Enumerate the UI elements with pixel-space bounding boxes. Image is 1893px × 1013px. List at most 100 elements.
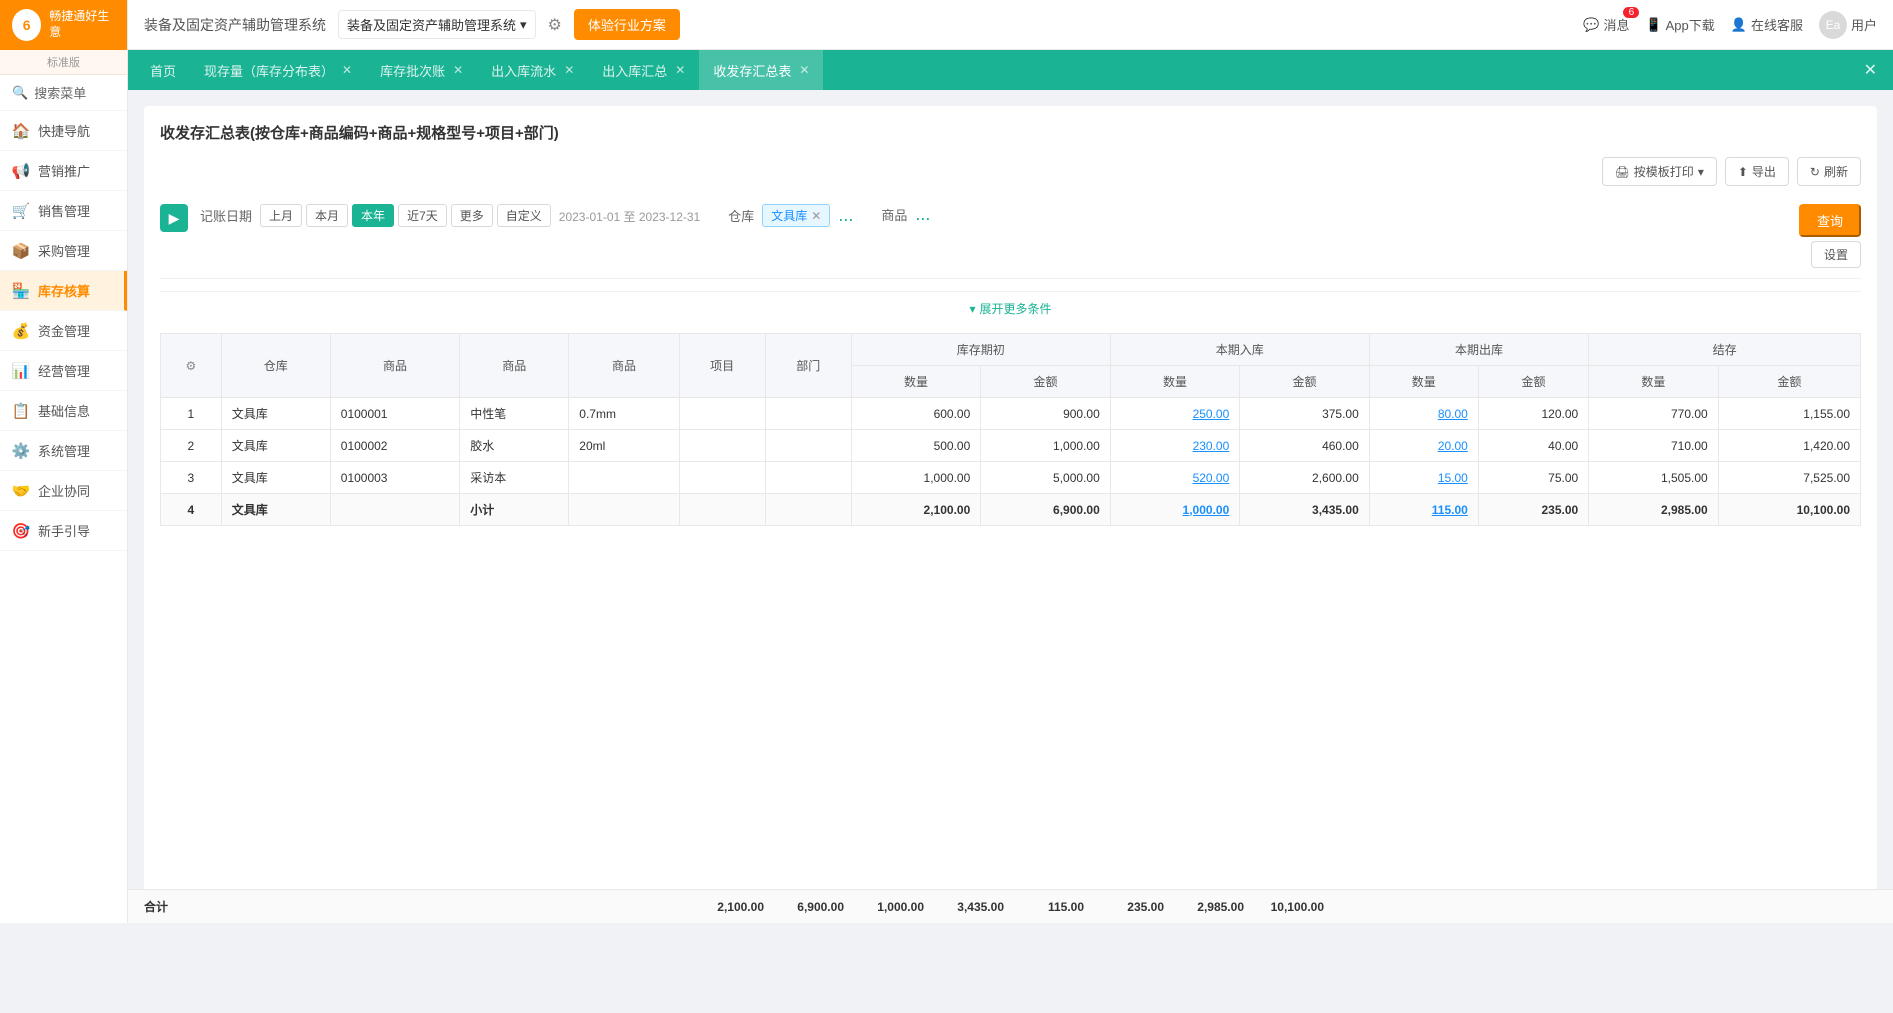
date-btn-last-month[interactable]: 上月 xyxy=(260,204,302,227)
tab-receive-summary[interactable]: 收发存汇总表 ✕ xyxy=(699,50,823,90)
th-inbound-qty: 数量 xyxy=(1110,366,1240,398)
app-download-button[interactable]: 📱 App下载 xyxy=(1645,15,1714,34)
warehouse-more-button[interactable]: ... xyxy=(838,205,853,226)
online-service-button[interactable]: 👤 在线客服 xyxy=(1731,15,1803,34)
tab-home[interactable]: 首页 xyxy=(136,50,190,90)
cell-outbound-qty[interactable]: 20.00 xyxy=(1369,430,1478,462)
print-button[interactable]: 🖨 按模板打印 ▾ xyxy=(1602,157,1717,186)
cell-index: 1 xyxy=(161,398,222,430)
tab-label: 库存批次账 xyxy=(380,61,445,80)
table-settings-icon[interactable]: ⚙ xyxy=(185,359,196,373)
cell-inbound-qty[interactable]: 230.00 xyxy=(1110,430,1240,462)
basic-info-icon: 📋 xyxy=(12,402,30,420)
cell-department xyxy=(765,462,851,494)
message-badge: 6 xyxy=(1623,7,1639,18)
cell-closing-qty: 2,985.00 xyxy=(1589,494,1719,526)
cell-opening-amt: 5,000.00 xyxy=(981,462,1111,494)
th-warehouse: 仓库 xyxy=(221,334,330,398)
close-all-tabs-button[interactable]: ✕ xyxy=(1856,60,1885,80)
total-label: 合计 xyxy=(144,898,404,915)
tab-close-icon[interactable]: ✕ xyxy=(799,63,809,77)
th-closing: 结存 xyxy=(1589,334,1861,366)
inventory-icon: 🏪 xyxy=(12,282,30,300)
settings-icon[interactable]: ⚙ xyxy=(548,15,562,35)
bottom-opening-qty: 2,100.00 xyxy=(694,900,774,914)
date-btn-this-year[interactable]: 本年 xyxy=(352,204,394,227)
date-filter-section: 记账日期 上月 本月 本年 近7天 更多 自定义 2023-01-01 至 20… xyxy=(200,204,700,227)
sidebar-item-search[interactable]: 🔍 搜索菜单 xyxy=(0,75,127,111)
search-icon: 🔍 xyxy=(12,85,28,101)
tab-close-icon[interactable]: ✕ xyxy=(564,63,574,77)
goods-more-button[interactable]: ... xyxy=(915,204,930,225)
tab-label: 出入库流水 xyxy=(491,61,556,80)
sidebar-item-inventory[interactable]: 🏪 库存核算 xyxy=(0,271,127,311)
tab-inout-summary[interactable]: 出入库汇总 ✕ xyxy=(588,50,699,90)
tab-close-icon[interactable]: ✕ xyxy=(342,63,352,77)
th-spec: 商品 xyxy=(569,334,679,398)
filter-toggle-button[interactable]: ▶ xyxy=(160,204,188,232)
date-range: 2023-01-01 至 2023-12-31 xyxy=(559,208,700,225)
sidebar-item-basic-info[interactable]: 📋 基础信息 xyxy=(0,391,127,431)
cell-department xyxy=(765,494,851,526)
sidebar-item-operations[interactable]: 📊 经营管理 xyxy=(0,351,127,391)
cell-name: 胶水 xyxy=(460,430,569,462)
cell-inbound-qty[interactable]: 1,000.00 xyxy=(1110,494,1240,526)
th-settings: ⚙ xyxy=(161,334,222,398)
tab-batch-ledger[interactable]: 库存批次账 ✕ xyxy=(366,50,477,90)
sidebar-item-finance[interactable]: 💰 资金管理 xyxy=(0,311,127,351)
th-inbound-amt: 金额 xyxy=(1240,366,1370,398)
th-outbound: 本期出库 xyxy=(1369,334,1588,366)
sidebar-item-purchase[interactable]: 📦 采购管理 xyxy=(0,231,127,271)
sidebar-item-guide[interactable]: 🎯 新手引导 xyxy=(0,511,127,551)
tab-inventory-distribution[interactable]: 现存量（库存分布表） ✕ xyxy=(190,50,366,90)
sales-icon: 🛒 xyxy=(12,202,30,220)
cell-inbound-qty[interactable]: 520.00 xyxy=(1110,462,1240,494)
date-btn-7days[interactable]: 近7天 xyxy=(398,204,447,227)
message-button[interactable]: 💬 消息 6 xyxy=(1583,15,1629,34)
message-icon: 💬 xyxy=(1583,17,1599,33)
sidebar-item-enterprise[interactable]: 🤝 企业协同 xyxy=(0,471,127,511)
date-btn-more[interactable]: 更多 xyxy=(451,204,493,227)
warehouse-tag-remove[interactable]: ✕ xyxy=(811,209,821,223)
chevron-down-icon: ▾ xyxy=(969,302,975,316)
bottom-opening-amt: 6,900.00 xyxy=(774,900,854,914)
cell-outbound-amt: 40.00 xyxy=(1478,430,1588,462)
page-title: 收发存汇总表(按仓库+商品编码+商品+规格型号+项目+部门) xyxy=(160,122,1861,143)
sidebar-item-label: 新手引导 xyxy=(38,521,90,540)
avatar: Ea xyxy=(1819,11,1847,39)
tab-close-icon[interactable]: ✕ xyxy=(453,63,463,77)
cell-outbound-qty[interactable]: 80.00 xyxy=(1369,398,1478,430)
sidebar-item-sales[interactable]: 🛒 销售管理 xyxy=(0,191,127,231)
app-logo[interactable]: 6 畅捷通好生意 xyxy=(0,0,127,50)
expand-more-button[interactable]: ▾ 展开更多条件 xyxy=(160,291,1861,321)
settings-button[interactable]: 设置 xyxy=(1811,241,1861,268)
goods-filter-section: 商品 ... xyxy=(881,204,930,225)
tab-inout-flow[interactable]: 出入库流水 ✕ xyxy=(477,50,588,90)
cell-closing-amt: 1,155.00 xyxy=(1718,398,1860,430)
cell-outbound-qty[interactable]: 15.00 xyxy=(1369,462,1478,494)
th-outbound-qty: 数量 xyxy=(1369,366,1478,398)
date-btn-custom[interactable]: 自定义 xyxy=(497,204,551,227)
bottom-inbound-amt: 3,435.00 xyxy=(934,900,1014,914)
finance-icon: 💰 xyxy=(12,322,30,340)
sidebar-item-quick-nav[interactable]: 🏠 快捷导航 xyxy=(0,111,127,151)
user-button[interactable]: Ea 用户 xyxy=(1819,11,1877,39)
trial-button[interactable]: 体验行业方案 xyxy=(574,9,680,40)
warehouse-tag: 文具库 ✕ xyxy=(762,204,830,227)
sidebar-item-marketing[interactable]: 📢 营销推广 xyxy=(0,151,127,191)
refresh-button[interactable]: ↻ 刷新 xyxy=(1797,157,1861,186)
system-title: 装备及固定资产辅助管理系统 xyxy=(144,15,326,35)
cell-inbound-qty[interactable]: 250.00 xyxy=(1110,398,1240,430)
cell-outbound-qty[interactable]: 115.00 xyxy=(1369,494,1478,526)
print-icon: 🖨 xyxy=(1615,165,1630,179)
export-button[interactable]: ⬆ 导出 xyxy=(1725,157,1789,186)
cell-inbound-amt: 2,600.00 xyxy=(1240,462,1370,494)
system-dropdown[interactable]: 装备及固定资产辅助管理系统 ▾ xyxy=(338,10,536,39)
cell-outbound-amt: 75.00 xyxy=(1478,462,1588,494)
cell-closing-amt: 7,525.00 xyxy=(1718,462,1860,494)
query-button[interactable]: 查询 xyxy=(1799,204,1861,237)
date-btn-this-month[interactable]: 本月 xyxy=(306,204,348,227)
tab-close-icon[interactable]: ✕ xyxy=(675,63,685,77)
sidebar-item-system[interactable]: ⚙️ 系统管理 xyxy=(0,431,127,471)
cell-spec xyxy=(569,462,679,494)
